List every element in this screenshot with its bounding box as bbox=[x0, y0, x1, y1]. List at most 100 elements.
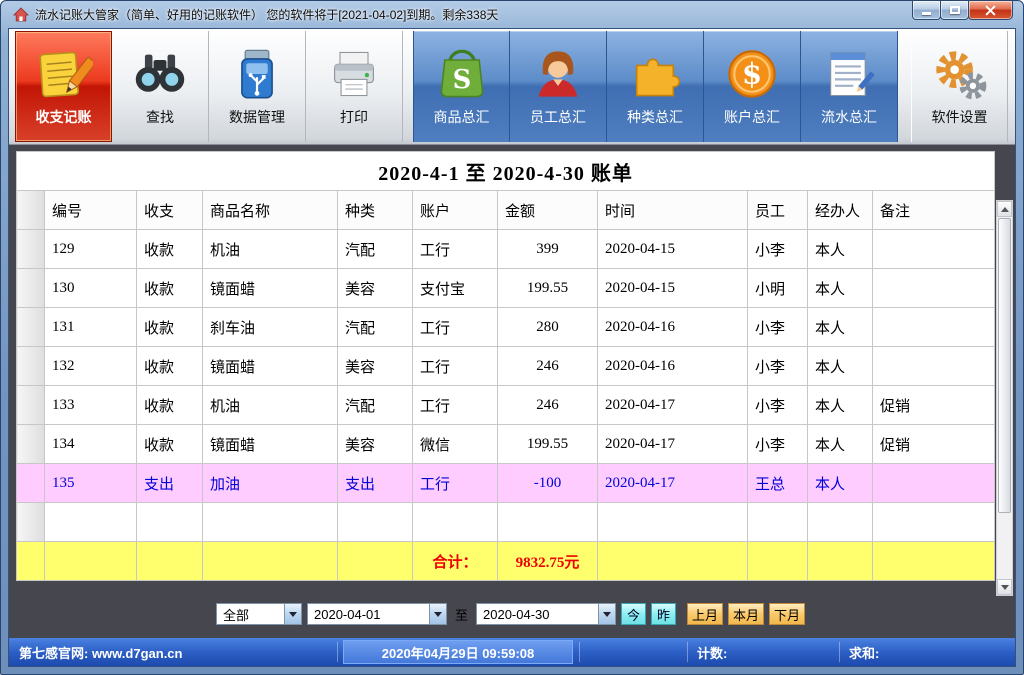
row-header-cell[interactable] bbox=[17, 230, 45, 269]
cell-time[interactable]: 2020-04-15 bbox=[598, 269, 748, 308]
toolbar-button-transactions-summary[interactable]: 流水总汇 bbox=[801, 31, 898, 142]
cell-category[interactable]: 美容 bbox=[338, 269, 413, 308]
cell-amount[interactable]: 280 bbox=[498, 308, 598, 347]
toolbar-button-accounts-summary[interactable]: $ 账户总汇 bbox=[704, 31, 801, 142]
cell-employee[interactable]: 小李 bbox=[748, 425, 808, 464]
cell-in-out[interactable]: 收款 bbox=[137, 308, 203, 347]
cell-account[interactable]: 工行 bbox=[413, 230, 498, 269]
cell-note[interactable]: 促销 bbox=[873, 386, 995, 425]
cell-handler[interactable]: 本人 bbox=[808, 464, 873, 503]
cell-time[interactable]: 2020-04-16 bbox=[598, 308, 748, 347]
cell-time[interactable]: 2020-04-17 bbox=[598, 386, 748, 425]
row-header-cell[interactable] bbox=[17, 386, 45, 425]
cell-note[interactable] bbox=[873, 308, 995, 347]
cell-handler[interactable]: 本人 bbox=[808, 347, 873, 386]
cell-employee[interactable]: 小李 bbox=[748, 230, 808, 269]
cell-in-out[interactable]: 收款 bbox=[137, 425, 203, 464]
cell-account[interactable]: 工行 bbox=[413, 464, 498, 503]
cell-amount[interactable]: 199.55 bbox=[498, 269, 598, 308]
next-month-button[interactable]: 下月 bbox=[769, 603, 805, 625]
cell-account[interactable]: 支付宝 bbox=[413, 269, 498, 308]
table-row-134[interactable]: 134 收款 镜面蜡 美容 微信 199.55 2020-04-17 小李 本人… bbox=[17, 425, 995, 464]
toolbar-button-search[interactable]: 查找 bbox=[112, 31, 209, 142]
cell-product[interactable]: 刹车油 bbox=[203, 308, 338, 347]
cell-note[interactable] bbox=[873, 230, 995, 269]
cell-in-out[interactable]: 支出 bbox=[137, 464, 203, 503]
cell-in-out[interactable]: 收款 bbox=[137, 230, 203, 269]
toolbar-button-bookkeeping[interactable]: 收支记账 bbox=[15, 31, 112, 142]
table-row-129[interactable]: 129 收款 机油 汽配 工行 399 2020-04-15 小李 本人 bbox=[17, 230, 995, 269]
row-header-cell[interactable] bbox=[17, 347, 45, 386]
row-header-cell[interactable] bbox=[17, 464, 45, 503]
cell-in-out[interactable]: 收款 bbox=[137, 269, 203, 308]
this-month-button[interactable]: 本月 bbox=[728, 603, 764, 625]
close-button[interactable] bbox=[968, 1, 1013, 20]
cell-category[interactable]: 汽配 bbox=[338, 308, 413, 347]
cell-time[interactable]: 2020-04-17 bbox=[598, 425, 748, 464]
cell-product[interactable]: 加油 bbox=[203, 464, 338, 503]
cell-category[interactable]: 汽配 bbox=[338, 386, 413, 425]
cell-account[interactable]: 工行 bbox=[413, 308, 498, 347]
row-header-cell[interactable] bbox=[17, 425, 45, 464]
cell-id[interactable]: 131 bbox=[45, 308, 137, 347]
cell-amount[interactable]: 199.55 bbox=[498, 425, 598, 464]
cell-time[interactable]: 2020-04-15 bbox=[598, 230, 748, 269]
cell-category[interactable]: 美容 bbox=[338, 425, 413, 464]
cell-amount[interactable]: 246 bbox=[498, 347, 598, 386]
scroll-up-button[interactable] bbox=[997, 201, 1012, 217]
cell-product[interactable]: 镜面蜡 bbox=[203, 269, 338, 308]
table-row-135-expense[interactable]: 135 支出 加油 支出 工行 -100 2020-04-17 王总 本人 bbox=[17, 464, 995, 503]
toolbar-button-settings[interactable]: 软件设置 bbox=[911, 31, 1008, 142]
scrollbar-thumb[interactable] bbox=[998, 218, 1011, 513]
minimize-button[interactable] bbox=[912, 1, 941, 20]
table-row-132[interactable]: 132 收款 镜面蜡 美容 工行 246 2020-04-16 小李 本人 bbox=[17, 347, 995, 386]
cell-time[interactable]: 2020-04-16 bbox=[598, 347, 748, 386]
table-row-131[interactable]: 131 收款 刹车油 汽配 工行 280 2020-04-16 小李 本人 bbox=[17, 308, 995, 347]
cell-in-out[interactable]: 收款 bbox=[137, 347, 203, 386]
row-header-cell[interactable] bbox=[17, 308, 45, 347]
cell-product[interactable]: 镜面蜡 bbox=[203, 425, 338, 464]
cell-id[interactable]: 135 bbox=[45, 464, 137, 503]
cell-amount[interactable]: 246 bbox=[498, 386, 598, 425]
cell-handler[interactable]: 本人 bbox=[808, 308, 873, 347]
cell-account[interactable]: 工行 bbox=[413, 347, 498, 386]
cell-employee[interactable]: 小李 bbox=[748, 386, 808, 425]
cell-note[interactable] bbox=[873, 464, 995, 503]
cell-id[interactable]: 132 bbox=[45, 347, 137, 386]
cell-id[interactable]: 129 bbox=[45, 230, 137, 269]
cell-employee[interactable]: 小明 bbox=[748, 269, 808, 308]
cell-category[interactable]: 汽配 bbox=[338, 230, 413, 269]
cell-product[interactable]: 镜面蜡 bbox=[203, 347, 338, 386]
toolbar-button-categories-summary[interactable]: 种类总汇 bbox=[607, 31, 704, 142]
cell-employee[interactable]: 王总 bbox=[748, 464, 808, 503]
cell-employee[interactable]: 小李 bbox=[748, 308, 808, 347]
category-select[interactable]: 全部 bbox=[216, 603, 302, 625]
toolbar-button-print[interactable]: 打印 bbox=[306, 31, 403, 142]
cell-note[interactable] bbox=[873, 269, 995, 308]
cell-id[interactable]: 130 bbox=[45, 269, 137, 308]
cell-account[interactable]: 工行 bbox=[413, 386, 498, 425]
cell-handler[interactable]: 本人 bbox=[808, 386, 873, 425]
row-header-cell[interactable] bbox=[17, 269, 45, 308]
cell-category[interactable]: 美容 bbox=[338, 347, 413, 386]
scroll-down-button[interactable] bbox=[997, 579, 1012, 595]
cell-category[interactable]: 支出 bbox=[338, 464, 413, 503]
yesterday-button[interactable]: 昨 bbox=[651, 603, 676, 625]
table-row-133[interactable]: 133 收款 机油 汽配 工行 246 2020-04-17 小李 本人 促销 bbox=[17, 386, 995, 425]
cell-handler[interactable]: 本人 bbox=[808, 269, 873, 308]
toolbar-button-employees-summary[interactable]: 员工总汇 bbox=[510, 31, 607, 142]
toolbar-button-products-summary[interactable]: S 商品总汇 bbox=[413, 31, 510, 142]
cell-in-out[interactable]: 收款 bbox=[137, 386, 203, 425]
cell-product[interactable]: 机油 bbox=[203, 386, 338, 425]
cell-product[interactable]: 机油 bbox=[203, 230, 338, 269]
cell-amount[interactable]: 399 bbox=[498, 230, 598, 269]
cell-id[interactable]: 134 bbox=[45, 425, 137, 464]
cell-time[interactable]: 2020-04-17 bbox=[598, 464, 748, 503]
maximize-button[interactable] bbox=[940, 1, 969, 20]
cell-amount[interactable]: -100 bbox=[498, 464, 598, 503]
cell-handler[interactable]: 本人 bbox=[808, 230, 873, 269]
table-row-130[interactable]: 130 收款 镜面蜡 美容 支付宝 199.55 2020-04-15 小明 本… bbox=[17, 269, 995, 308]
toolbar-button-data-management[interactable]: 数据管理 bbox=[209, 31, 306, 142]
today-button[interactable]: 今 bbox=[621, 603, 646, 625]
cell-note[interactable]: 促销 bbox=[873, 425, 995, 464]
